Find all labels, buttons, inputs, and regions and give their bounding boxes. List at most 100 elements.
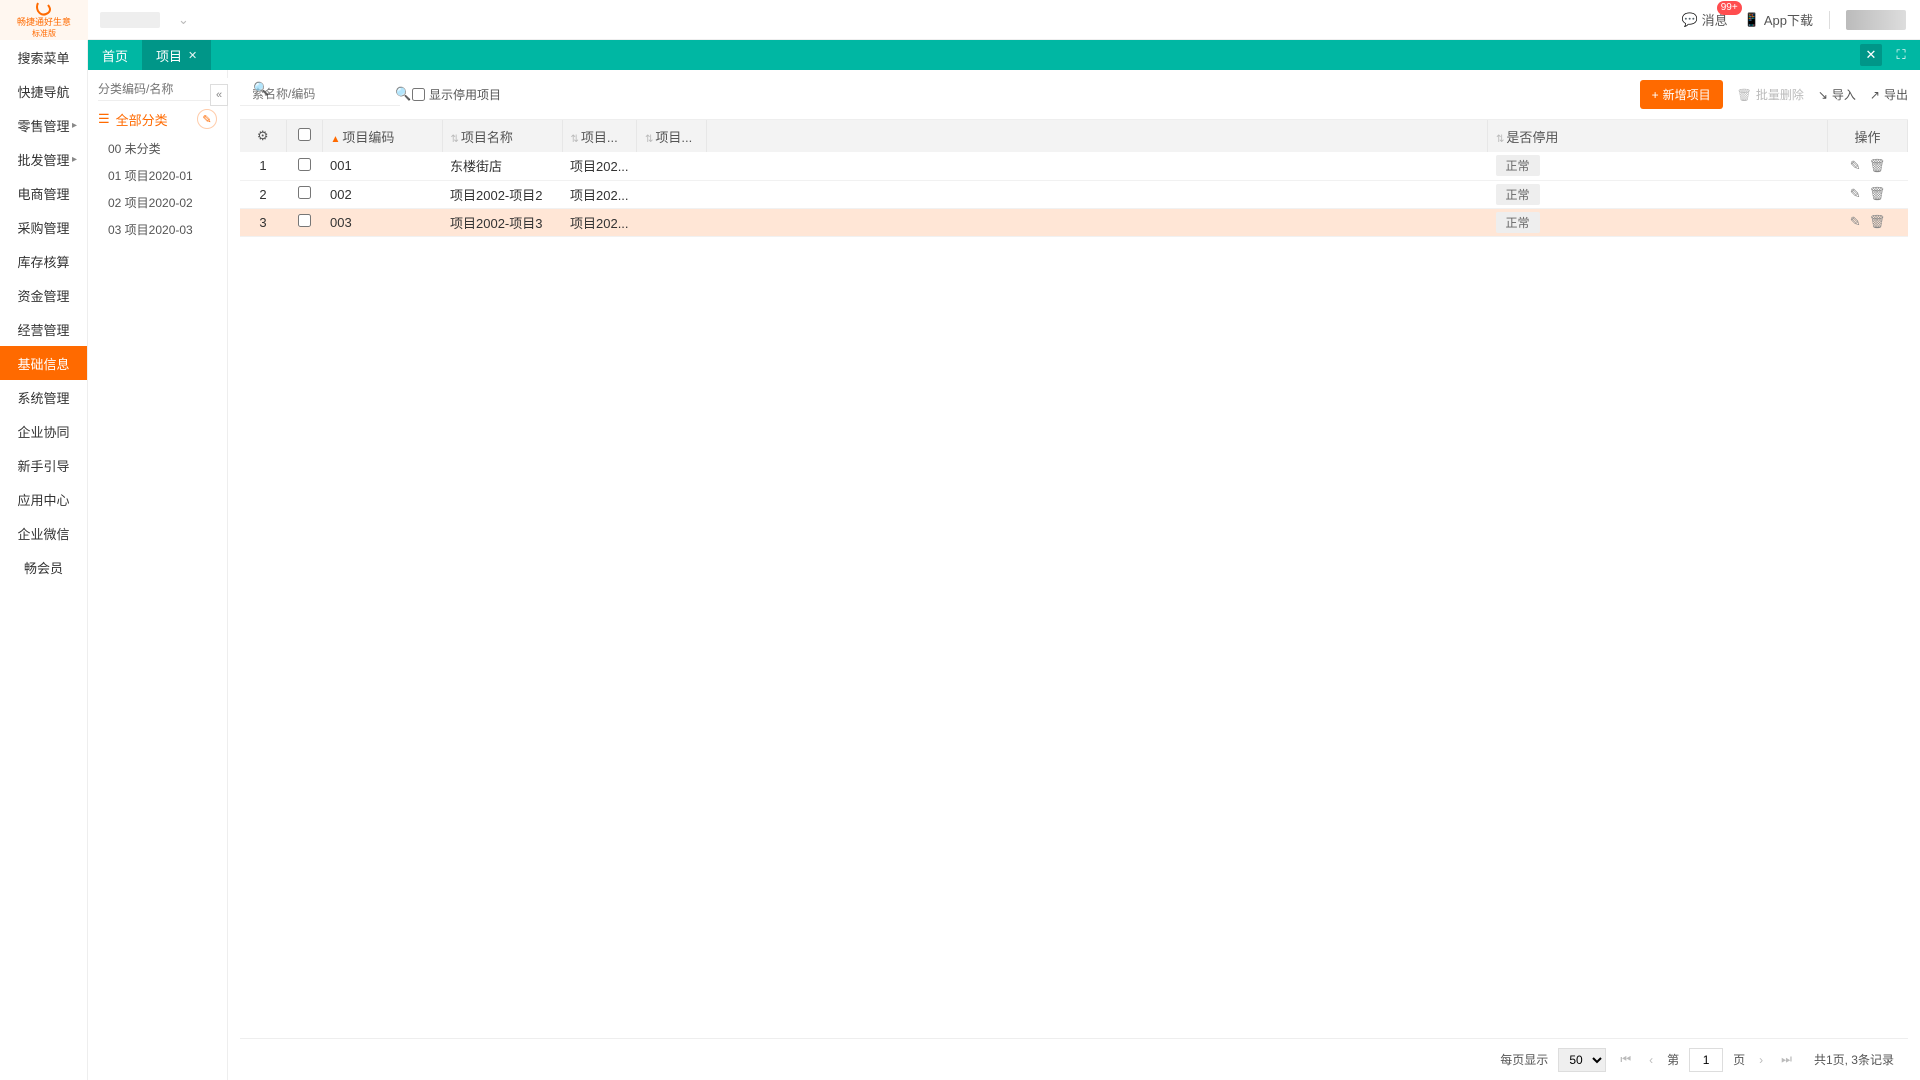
category-item[interactable]: 03 项目2020-03 (108, 216, 227, 243)
row-checkbox-cell (286, 180, 322, 208)
last-page-button[interactable]: ⏭ (1777, 1052, 1796, 1067)
edit-category-button[interactable]: ✎ (197, 109, 217, 129)
collapse-panel-button[interactable]: « (210, 84, 228, 106)
pagination: 每页显示 50 ⏮ ‹ 第 页 › ⏭ 共1页, 3条记录 (240, 1038, 1908, 1080)
divider (1829, 11, 1830, 29)
sidebar-item-basic[interactable]: 基础信息 (0, 346, 87, 380)
add-label: 新增项目 (1663, 86, 1711, 103)
next-page-button[interactable]: › (1755, 1053, 1767, 1067)
table-row[interactable]: 2002项目2002-项目2项目202...正常✎🗑 (240, 180, 1908, 208)
trash-icon: 🗑 (1737, 88, 1752, 102)
sidebar-item-wholesale[interactable]: 批发管理▸ (0, 142, 87, 176)
sidebar-item-guide[interactable]: 新手引导 (0, 448, 87, 482)
row-checkbox[interactable] (298, 158, 311, 171)
sidebar-item-member[interactable]: 畅会员 (0, 550, 87, 584)
cell-path (637, 180, 707, 208)
sidebar-item-wecom[interactable]: 企业微信 (0, 516, 87, 550)
messages-badge: 99+ (1717, 1, 1742, 15)
show-disabled-checkbox[interactable]: 显示停用项目 (412, 86, 501, 103)
per-page-select[interactable]: 50 (1558, 1048, 1606, 1072)
search-icon[interactable]: 🔍 (395, 86, 411, 102)
cell-operation: ✎🗑 (1828, 152, 1908, 180)
company-name-placeholder (100, 12, 160, 28)
user-avatar[interactable] (1846, 10, 1906, 30)
export-button[interactable]: ↗ 导出 (1870, 86, 1908, 103)
per-page-label: 每页显示 (1500, 1051, 1548, 1068)
caret-icon: ▸ (72, 120, 77, 131)
sidebar-item-collab[interactable]: 企业协同 (0, 414, 87, 448)
sidebar-item-apps[interactable]: 应用中心 (0, 482, 87, 516)
messages-button[interactable]: 💬 消息 99+ (1681, 10, 1727, 29)
cell-category: 项目202... (562, 180, 637, 208)
tab-close-button[interactable]: ✕ (1860, 44, 1882, 66)
cell-code: 001 (322, 152, 442, 180)
batch-delete-label: 批量删除 (1756, 86, 1804, 103)
tab-home-label: 首页 (102, 46, 128, 65)
page-input[interactable] (1689, 1048, 1723, 1072)
add-project-button[interactable]: + 新增项目 (1640, 80, 1723, 109)
sidebar-item-purchase[interactable]: 采购管理 (0, 210, 87, 244)
category-search-input[interactable] (98, 78, 253, 100)
sidebar-item-search-menu[interactable]: 搜索菜单 (0, 40, 87, 74)
sidebar-item-operation[interactable]: 经营管理 (0, 312, 87, 346)
sidebar-item-inventory[interactable]: 库存核算 (0, 244, 87, 278)
show-disabled-input[interactable] (412, 88, 425, 101)
sidebar-item-system[interactable]: 系统管理 (0, 380, 87, 414)
tab-project[interactable]: 项目 ✕ (142, 40, 211, 70)
gear-column[interactable]: ⚙ (240, 120, 286, 152)
fullscreen-button[interactable]: ⛶ (1890, 44, 1912, 66)
cell-category: 项目202... (562, 152, 637, 180)
cell-code: 003 (322, 208, 442, 236)
company-selector[interactable]: ⌄ (100, 12, 189, 28)
delete-icon[interactable]: 🗑 (1869, 186, 1886, 201)
tab-home[interactable]: 首页 (88, 40, 142, 70)
prev-page-button[interactable]: ‹ (1645, 1053, 1657, 1067)
chevron-down-icon: ⌄ (178, 12, 189, 28)
sidebar-item-ecommerce[interactable]: 电商管理 (0, 176, 87, 210)
download-label: App下载 (1764, 10, 1813, 29)
category-item[interactable]: 01 项目2020-01 (108, 162, 227, 189)
select-all-column[interactable] (286, 120, 322, 152)
tab-bar: 首页 项目 ✕ ✕ ⛶ (88, 40, 1920, 70)
col-name[interactable]: ⇅项目名称 (442, 120, 562, 152)
sidebar-item-funds[interactable]: 资金管理 (0, 278, 87, 312)
first-page-button[interactable]: ⏮ (1616, 1052, 1635, 1067)
cell-status: 正常 (1488, 152, 1828, 180)
edit-icon[interactable]: ✎ (1850, 158, 1861, 173)
row-checkbox[interactable] (298, 186, 311, 199)
import-button[interactable]: ↘ 导入 (1818, 86, 1856, 103)
close-icon[interactable]: ✕ (188, 49, 197, 62)
row-checkbox[interactable] (298, 214, 311, 227)
search-icon[interactable]: 🔍 (253, 81, 269, 97)
cell-spacer (707, 180, 1488, 208)
col-code[interactable]: ▲项目编码 (322, 120, 442, 152)
col-disabled[interactable]: ⇅是否停用 (1488, 120, 1828, 152)
category-item[interactable]: 02 项目2020-02 (108, 189, 227, 216)
sidebar-item-retail[interactable]: 零售管理▸ (0, 108, 87, 142)
table-row[interactable]: 3003项目2002-项目3项目202...正常✎🗑 (240, 208, 1908, 236)
delete-icon[interactable]: 🗑 (1869, 214, 1886, 229)
row-index: 1 (240, 152, 286, 180)
category-search: 🔍 (98, 78, 217, 101)
row-index: 3 (240, 208, 286, 236)
delete-icon[interactable]: 🗑 (1869, 158, 1886, 173)
edit-icon[interactable]: ✎ (1850, 214, 1861, 229)
cell-operation: ✎🗑 (1828, 180, 1908, 208)
table-header-row: ⚙ ▲项目编码 ⇅项目名称 ⇅项目... ⇅项目... ⇅是否停用 操作 (240, 120, 1908, 152)
edit-icon[interactable]: ✎ (1850, 186, 1861, 201)
status-badge: 正常 (1496, 184, 1540, 205)
select-all-checkbox[interactable] (298, 128, 311, 141)
cell-code: 002 (322, 180, 442, 208)
sidebar-item-quick-nav[interactable]: 快捷导航 (0, 74, 87, 108)
cell-operation: ✎🗑 (1828, 208, 1908, 236)
cell-status: 正常 (1488, 208, 1828, 236)
sidebar: 搜索菜单快捷导航零售管理▸批发管理▸电商管理采购管理库存核算资金管理经营管理基础… (0, 40, 88, 1080)
table-row[interactable]: 1001东楼街店项目202...正常✎🗑 (240, 152, 1908, 180)
category-all[interactable]: ☰ 全部分类 ✎ (98, 109, 217, 129)
cell-path (637, 152, 707, 180)
category-item[interactable]: 00 未分类 (108, 135, 227, 162)
col-path[interactable]: ⇅项目... (637, 120, 707, 152)
col-category[interactable]: ⇅项目... (562, 120, 637, 152)
cell-name: 项目2002-项目2 (442, 180, 562, 208)
app-download-button[interactable]: 📱 App下载 (1744, 10, 1813, 29)
